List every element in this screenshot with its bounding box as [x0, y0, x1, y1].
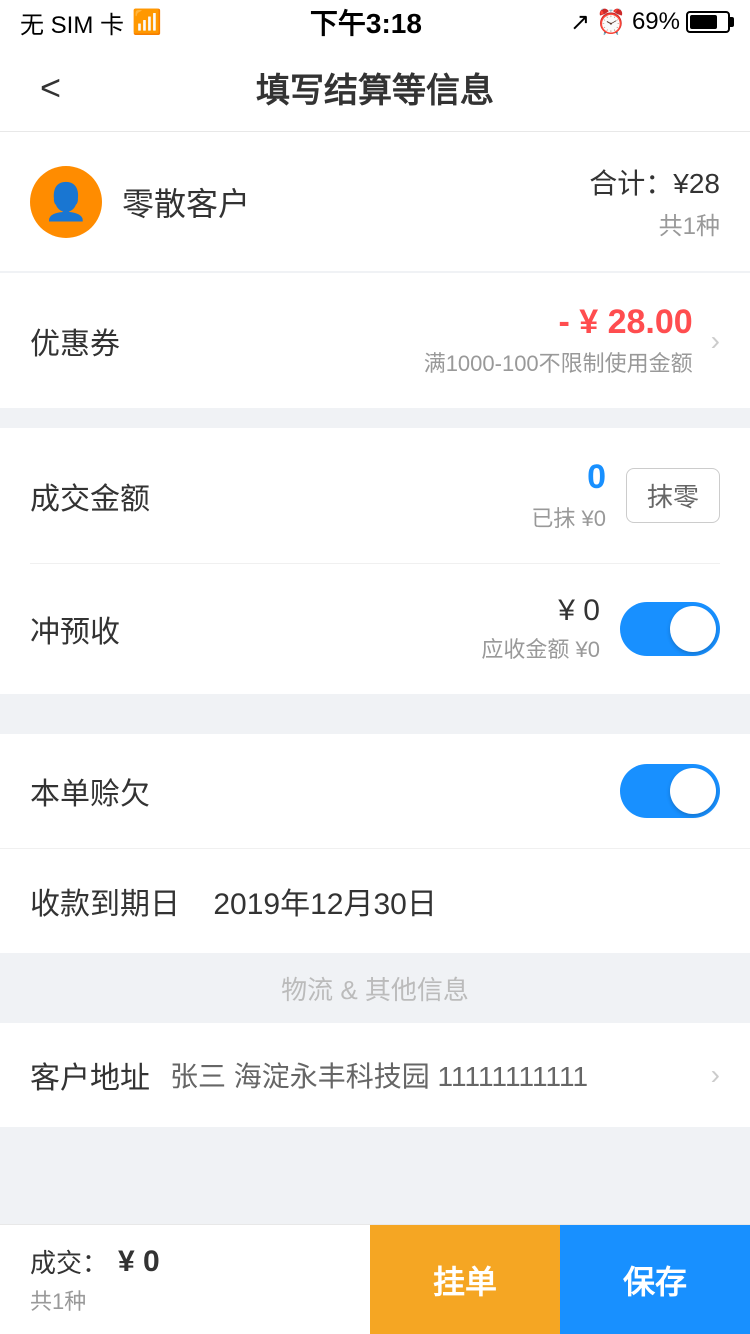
bottom-info: 成交： ¥ 0 共1种: [0, 1225, 370, 1334]
round-zero-button[interactable]: 抹零: [626, 468, 720, 523]
nav-bar: < 填写结算等信息: [0, 44, 750, 132]
toggle-knob: [670, 606, 716, 652]
divider-2: [0, 694, 750, 714]
customer-section: 👤 零散客户 合计：¥28 共1种: [0, 132, 750, 271]
back-button[interactable]: <: [30, 57, 71, 119]
coupon-info: - ¥ 28.00 满1000-100不限制使用金额: [424, 303, 693, 378]
avatar-icon: 👤: [44, 181, 89, 223]
coupon-right: - ¥ 28.00 满1000-100不限制使用金额 ›: [424, 303, 720, 378]
transaction-values: 0 已抹 ¥0: [531, 458, 606, 533]
prepay-amount-block: ¥ 0 应收金额 ¥0: [481, 594, 600, 664]
due-date-text: 收款到期日 2019年12月30日: [30, 888, 437, 921]
content-area: 👤 零散客户 合计：¥28 共1种 优惠券 - ¥ 28.00 满1000-10…: [0, 132, 750, 1267]
hold-button[interactable]: 挂单: [370, 1225, 560, 1334]
coupon-desc: 满1000-100不限制使用金额: [424, 346, 693, 378]
address-label: 客户地址: [30, 1053, 150, 1097]
bottom-count: 共1种: [30, 1284, 340, 1316]
due-date-label: 收款到期日: [30, 888, 180, 921]
location-icon: ↗: [570, 8, 590, 37]
customer-count: 共1种: [589, 206, 720, 241]
battery-percent: 69%: [632, 8, 680, 36]
debt-label: 本单赊欠: [30, 769, 150, 813]
prepay-right: ¥ 0 应收金额 ¥0: [481, 594, 720, 664]
coupon-label: 优惠券: [30, 319, 120, 363]
debt-toggle[interactable]: [620, 764, 720, 818]
logistics-divider: 物流 & 其他信息: [0, 953, 750, 1023]
prepay-amount: ¥ 0: [481, 594, 600, 628]
bottom-amount-row: 成交： ¥ 0: [30, 1243, 340, 1280]
save-button[interactable]: 保存: [560, 1225, 750, 1334]
carrier-text: 无 SIM 卡: [20, 5, 124, 40]
already-rounded-text: 已抹 ¥0: [531, 501, 606, 533]
transaction-section: 成交金额 0 已抹 ¥0 抹零 冲预收 ¥ 0 应收金额 ¥0: [0, 428, 750, 694]
debt-section: 本单赊欠: [0, 734, 750, 848]
prepay-label: 冲预收: [30, 607, 120, 651]
transaction-right: 0 已抹 ¥0 抹零: [531, 458, 720, 533]
status-right: ↗ ⏰ 69%: [570, 8, 730, 37]
coupon-section[interactable]: 优惠券 - ¥ 28.00 满1000-100不限制使用金额 ›: [0, 273, 750, 408]
transaction-amount-value: 0: [587, 458, 606, 496]
wifi-icon: 📶: [132, 8, 162, 37]
due-date-value: 2019年12月30日: [213, 888, 436, 921]
address-chevron-icon: ›: [711, 1059, 720, 1091]
bottom-transaction-amount: ¥ 0: [118, 1245, 160, 1279]
battery-icon: [686, 11, 730, 33]
status-bar: 无 SIM 卡 📶 下午3:18 ↗ ⏰ 69%: [0, 0, 750, 44]
bottom-bar: 成交： ¥ 0 共1种 挂单 保存: [0, 1224, 750, 1334]
prepay-toggle[interactable]: [620, 602, 720, 656]
customer-right: 合计：¥28 共1种: [589, 162, 720, 241]
prepay-row: 冲预收 ¥ 0 应收金额 ¥0: [30, 564, 720, 694]
alarm-icon: ⏰: [596, 8, 626, 37]
divider-1: [0, 408, 750, 428]
bottom-transaction-label: 成交：: [30, 1243, 108, 1280]
customer-left: 👤 零散客户: [30, 166, 250, 238]
transaction-amount-row: 成交金额 0 已抹 ¥0 抹零: [30, 428, 720, 564]
status-time: 下午3:18: [310, 2, 422, 42]
customer-name: 零散客户: [122, 179, 250, 225]
address-value: 张三 海淀永丰科技园 11111111111: [170, 1055, 711, 1095]
nav-title: 填写结算等信息: [256, 63, 494, 112]
coupon-amount: - ¥ 28.00: [424, 303, 693, 342]
customer-total: 合计：¥28: [589, 162, 720, 202]
transaction-label: 成交金额: [30, 474, 150, 518]
receivable-label: 应收金额 ¥0: [481, 632, 600, 664]
address-section[interactable]: 客户地址 张三 海淀永丰科技园 11111111111 ›: [0, 1023, 750, 1127]
due-date-section[interactable]: 收款到期日 2019年12月30日: [0, 848, 750, 953]
customer-avatar: 👤: [30, 166, 102, 238]
status-left: 无 SIM 卡 📶: [20, 5, 162, 40]
debt-toggle-knob: [670, 768, 716, 814]
coupon-chevron-icon: ›: [711, 325, 720, 357]
logistics-label: 物流 & 其他信息: [281, 970, 469, 1007]
